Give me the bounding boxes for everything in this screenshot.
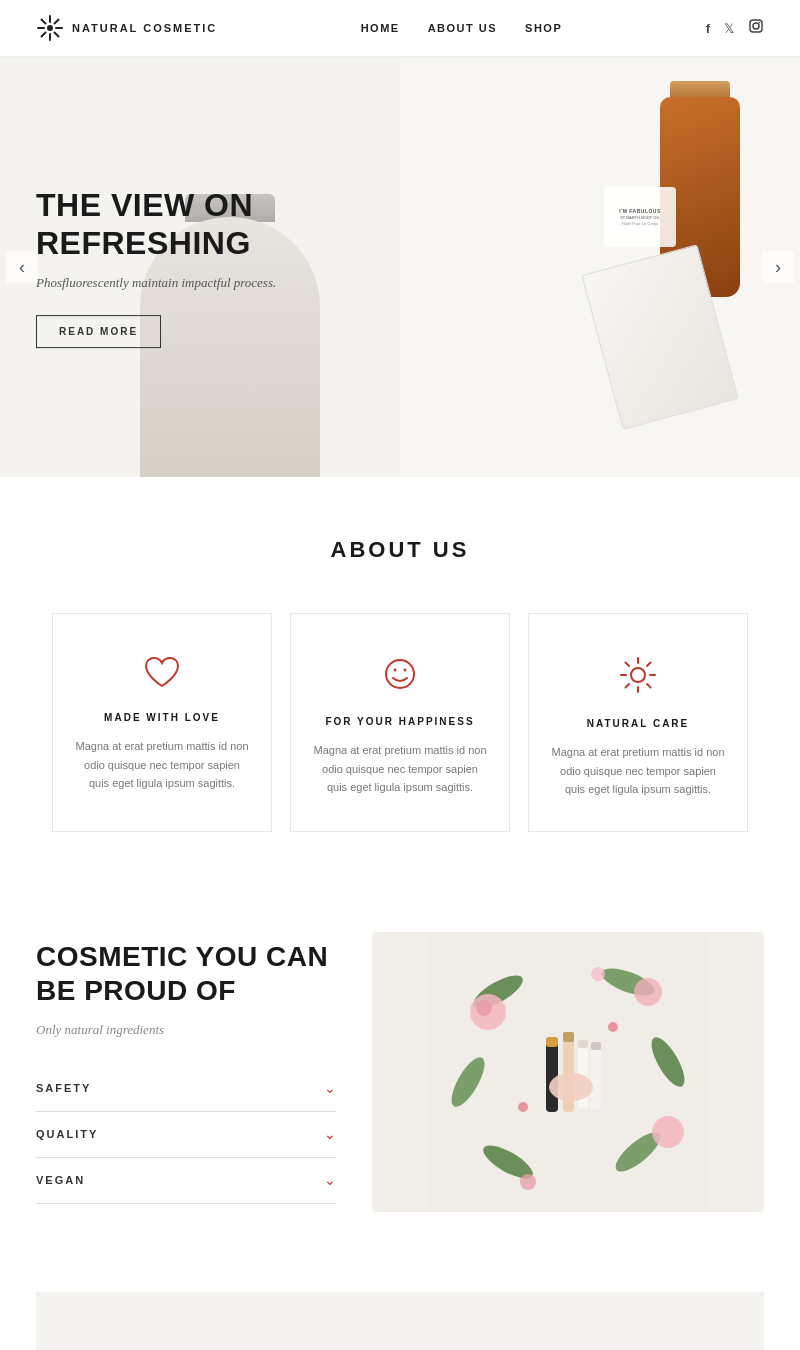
hero-text-block: THE VIEW ONREFRESHING Phosfluorescently …	[36, 186, 276, 348]
card-happiness-title: FOR YOUR HAPPINESS	[311, 716, 489, 727]
svg-rect-44	[591, 1042, 601, 1050]
accordion-safety[interactable]: SAFETY ⌄	[36, 1066, 336, 1112]
svg-point-14	[404, 669, 407, 672]
svg-line-7	[55, 20, 59, 24]
about-section: ABOUT US MADE WITH LOVE Magna at erat pr…	[0, 477, 800, 872]
svg-point-10	[753, 23, 759, 29]
nav-about[interactable]: ABOUT US	[428, 22, 497, 34]
bottle-label: I'M FABULOUS ST BARTH BODY OIL Huile Pou…	[604, 187, 676, 247]
accordion-quality-label: QUALITY	[36, 1128, 98, 1140]
svg-point-36	[591, 967, 605, 981]
nav-social: f 𝕏	[706, 18, 764, 38]
about-title: ABOUT US	[36, 537, 764, 563]
things-section: 8 THINGS YOU MUST KNOWABOUT COSMETIC GET…	[36, 1292, 764, 1350]
svg-line-6	[55, 33, 59, 37]
twitter-icon[interactable]: 𝕏	[724, 21, 734, 36]
sun-icon	[549, 654, 727, 700]
hero-next-button[interactable]: ›	[762, 251, 794, 283]
logo-text: NATURAL COSMETIC	[72, 22, 217, 34]
hero-right-bg: I'M FABULOUS ST BARTH BODY OIL Huile Pou…	[400, 57, 800, 477]
instagram-icon[interactable]	[748, 18, 764, 38]
svg-point-33	[634, 978, 662, 1006]
svg-point-47	[518, 1102, 528, 1112]
nav-shop[interactable]: SHOP	[525, 22, 562, 34]
card-love-text: Magna at erat pretium mattis id non odio…	[73, 737, 251, 793]
card-happiness: FOR YOUR HAPPINESS Magna at erat pretium…	[290, 613, 510, 832]
svg-point-12	[386, 660, 414, 688]
navigation: NATURAL COSMETIC HOME ABOUT US SHOP f 𝕏	[0, 0, 800, 57]
accordion-vegan[interactable]: VEGAN ⌄	[36, 1158, 336, 1204]
svg-rect-9	[750, 20, 762, 32]
svg-point-35	[520, 1174, 536, 1190]
hero-prev-button[interactable]: ‹	[6, 251, 38, 283]
card-love-title: MADE WITH LOVE	[73, 712, 251, 723]
nav-links: HOME ABOUT US SHOP	[361, 22, 563, 34]
svg-rect-38	[546, 1037, 558, 1047]
svg-line-5	[42, 20, 46, 24]
accordion-vegan-arrow: ⌄	[324, 1172, 336, 1189]
cosmetics-arrangement-svg	[372, 932, 764, 1212]
proud-heading: COSMETIC YOU CAN BE PROUD OF	[36, 940, 336, 1007]
card-care-text: Magna at erat pretium mattis id non odio…	[549, 743, 727, 799]
proud-left: COSMETIC YOU CAN BE PROUD OF Only natura…	[36, 940, 336, 1203]
hero-subtitle: Phosfluorescently maintain impactful pro…	[36, 275, 276, 291]
svg-line-22	[647, 663, 651, 667]
hero-section: I'M FABULOUS ST BARTH BODY OIL Huile Pou…	[0, 57, 800, 477]
accordion-quality-arrow: ⌄	[324, 1126, 336, 1143]
svg-point-34	[652, 1116, 684, 1148]
card-love: MADE WITH LOVE Magna at erat pretium mat…	[52, 613, 272, 832]
svg-line-20	[626, 663, 630, 667]
svg-line-21	[647, 684, 651, 688]
logo-icon	[36, 14, 64, 42]
svg-point-11	[759, 22, 761, 24]
svg-point-0	[47, 25, 53, 31]
accordion-quality[interactable]: QUALITY ⌄	[36, 1112, 336, 1158]
svg-point-32	[476, 1000, 492, 1016]
accordion-safety-label: SAFETY	[36, 1082, 91, 1094]
svg-rect-43	[591, 1047, 601, 1109]
svg-point-45	[549, 1073, 593, 1101]
nav-home[interactable]: HOME	[361, 22, 400, 34]
smiley-icon	[311, 654, 489, 698]
accordion-vegan-label: VEGAN	[36, 1174, 85, 1186]
hero-title: THE VIEW ONREFRESHING	[36, 186, 276, 263]
card-care-title: NATURAL CARE	[549, 718, 727, 729]
svg-point-15	[631, 668, 645, 682]
svg-line-23	[626, 684, 630, 688]
svg-rect-40	[563, 1032, 574, 1042]
card-happiness-text: Magna at erat pretium mattis id non odio…	[311, 741, 489, 797]
proud-subtitle: Only natural ingredients	[36, 1022, 336, 1038]
heart-icon	[73, 654, 251, 694]
card-care: NATURAL CARE Magna at erat pretium matti…	[528, 613, 748, 832]
read-more-button[interactable]: READ MORE	[36, 315, 161, 348]
cards-row: MADE WITH LOVE Magna at erat pretium mat…	[36, 613, 764, 832]
accordion-safety-arrow: ⌄	[324, 1080, 336, 1097]
facebook-icon[interactable]: f	[706, 21, 710, 36]
proud-section: COSMETIC YOU CAN BE PROUD OF Only natura…	[0, 872, 800, 1272]
svg-point-46	[608, 1022, 618, 1032]
svg-point-13	[394, 669, 397, 672]
proud-image	[372, 932, 764, 1212]
logo[interactable]: NATURAL COSMETIC	[36, 14, 217, 42]
svg-line-8	[42, 33, 46, 37]
svg-rect-42	[578, 1040, 588, 1048]
